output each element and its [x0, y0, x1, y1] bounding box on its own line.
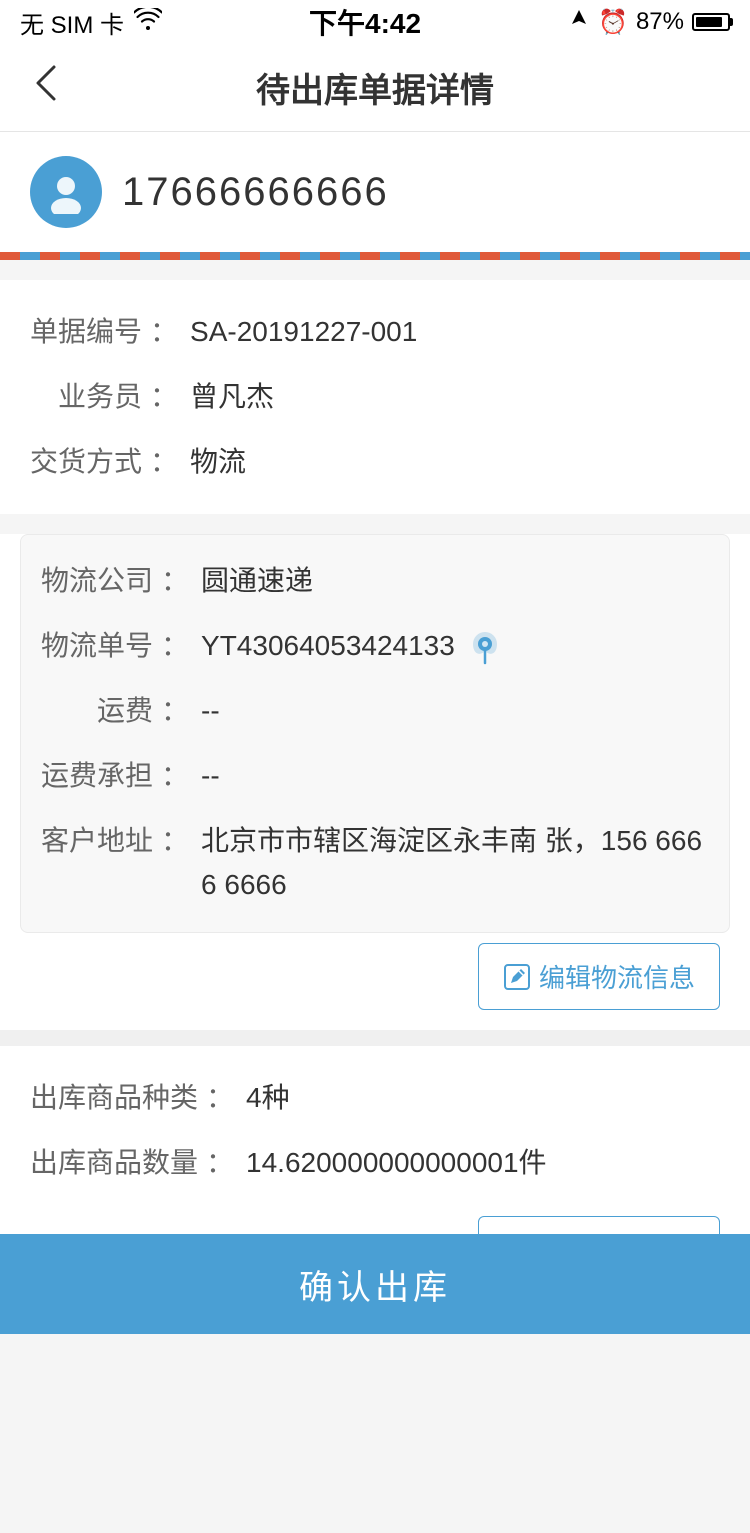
address-row: 客户地址 ： 北京市市辖区海淀区永丰南 张，156 6666 6666: [41, 819, 709, 909]
logistics-card: 物流公司 ： 圆通速递 物流单号 ： YT43064053424133: [0, 534, 750, 1030]
dashed-divider: [0, 252, 750, 260]
status-bar: 无 SIM 卡 下午4:42 ⏰ 87%: [0, 0, 750, 44]
logistics-company-row: 物流公司 ： 圆通速递: [41, 559, 709, 604]
order-number-label: 单据编号: [30, 310, 150, 355]
tracking-location-icon[interactable]: [467, 629, 503, 665]
back-button[interactable]: [24, 53, 68, 122]
tracking-number-row: 物流单号 ： YT43064053424133: [41, 624, 709, 669]
carrier-label: 无 SIM 卡: [20, 5, 124, 40]
order-info-section: 单据编号 ： SA-20191227-001 业务员 ： 曾凡杰 交货方式 ： …: [0, 280, 750, 514]
goods-quantity-row: 出库商品数量 ： 14.620000000000001件: [30, 1141, 720, 1186]
status-right: ⏰ 87%: [568, 8, 730, 37]
tracking-number-value: YT43064053424133: [201, 624, 455, 669]
goods-type-row: 出库商品种类 ： 4种: [30, 1076, 720, 1121]
edit-logistics-button[interactable]: 编辑物流信息: [478, 943, 720, 1010]
sales-person-value: 曾凡杰: [190, 375, 720, 420]
goods-quantity-value: 14.620000000000001件: [246, 1141, 720, 1186]
battery-percent: 87%: [636, 8, 684, 36]
goods-type-label: 出库商品种类: [30, 1076, 206, 1121]
delivery-method-value: 物流: [190, 440, 720, 485]
battery-icon: [692, 13, 730, 31]
order-number-value: SA-20191227-001: [190, 310, 720, 355]
delivery-method-label: 交货方式: [30, 440, 150, 485]
confirm-button[interactable]: 确认出库: [0, 1234, 750, 1334]
goods-quantity-label: 出库商品数量: [30, 1141, 206, 1186]
edit-logistics-label: 编辑物流信息: [539, 958, 695, 995]
location-status-icon: [568, 8, 590, 37]
nav-bar: 待出库单据详情: [0, 44, 750, 132]
tracking-number-label: 物流单号: [41, 624, 161, 669]
freight-bearer-label: 运费承担: [41, 754, 161, 799]
order-number-row: 单据编号 ： SA-20191227-001: [30, 310, 720, 355]
sales-person-label: 业务员: [30, 375, 150, 420]
freight-label: 运费: [41, 689, 161, 734]
user-avatar: [30, 156, 102, 228]
confirm-button-label: 确认出库: [299, 1260, 451, 1309]
page-title: 待出库单据详情: [256, 63, 494, 112]
user-header: 17666666666: [0, 132, 750, 252]
tracking-number-value-container: YT43064053424133: [201, 624, 709, 669]
address-label: 客户地址: [41, 819, 161, 864]
logistics-company-label: 物流公司: [41, 559, 161, 604]
delivery-method-row: 交货方式 ： 物流: [30, 440, 720, 485]
goods-type-value: 4种: [246, 1076, 720, 1121]
sales-person-row: 业务员 ： 曾凡杰: [30, 375, 720, 420]
address-value: 北京市市辖区海淀区永丰南 张，156 6666 6666: [201, 819, 709, 909]
freight-value: --: [201, 689, 709, 734]
logistics-company-value: 圆通速递: [201, 559, 709, 604]
logistics-inner-card: 物流公司 ： 圆通速递 物流单号 ： YT43064053424133: [20, 534, 730, 933]
freight-bearer-row: 运费承担 ： --: [41, 754, 709, 799]
status-left: 无 SIM 卡: [20, 5, 162, 40]
edit-icon: [503, 963, 531, 991]
edit-logistics-btn-row: 编辑物流信息: [0, 933, 750, 1030]
freight-bearer-value: --: [201, 754, 709, 799]
alarm-icon: ⏰: [598, 8, 628, 37]
status-time: 下午4:42: [309, 2, 421, 42]
freight-row: 运费 ： --: [41, 689, 709, 734]
section-divider: [0, 1030, 750, 1046]
user-phone: 17666666666: [122, 170, 389, 215]
wifi-icon: [134, 8, 162, 36]
